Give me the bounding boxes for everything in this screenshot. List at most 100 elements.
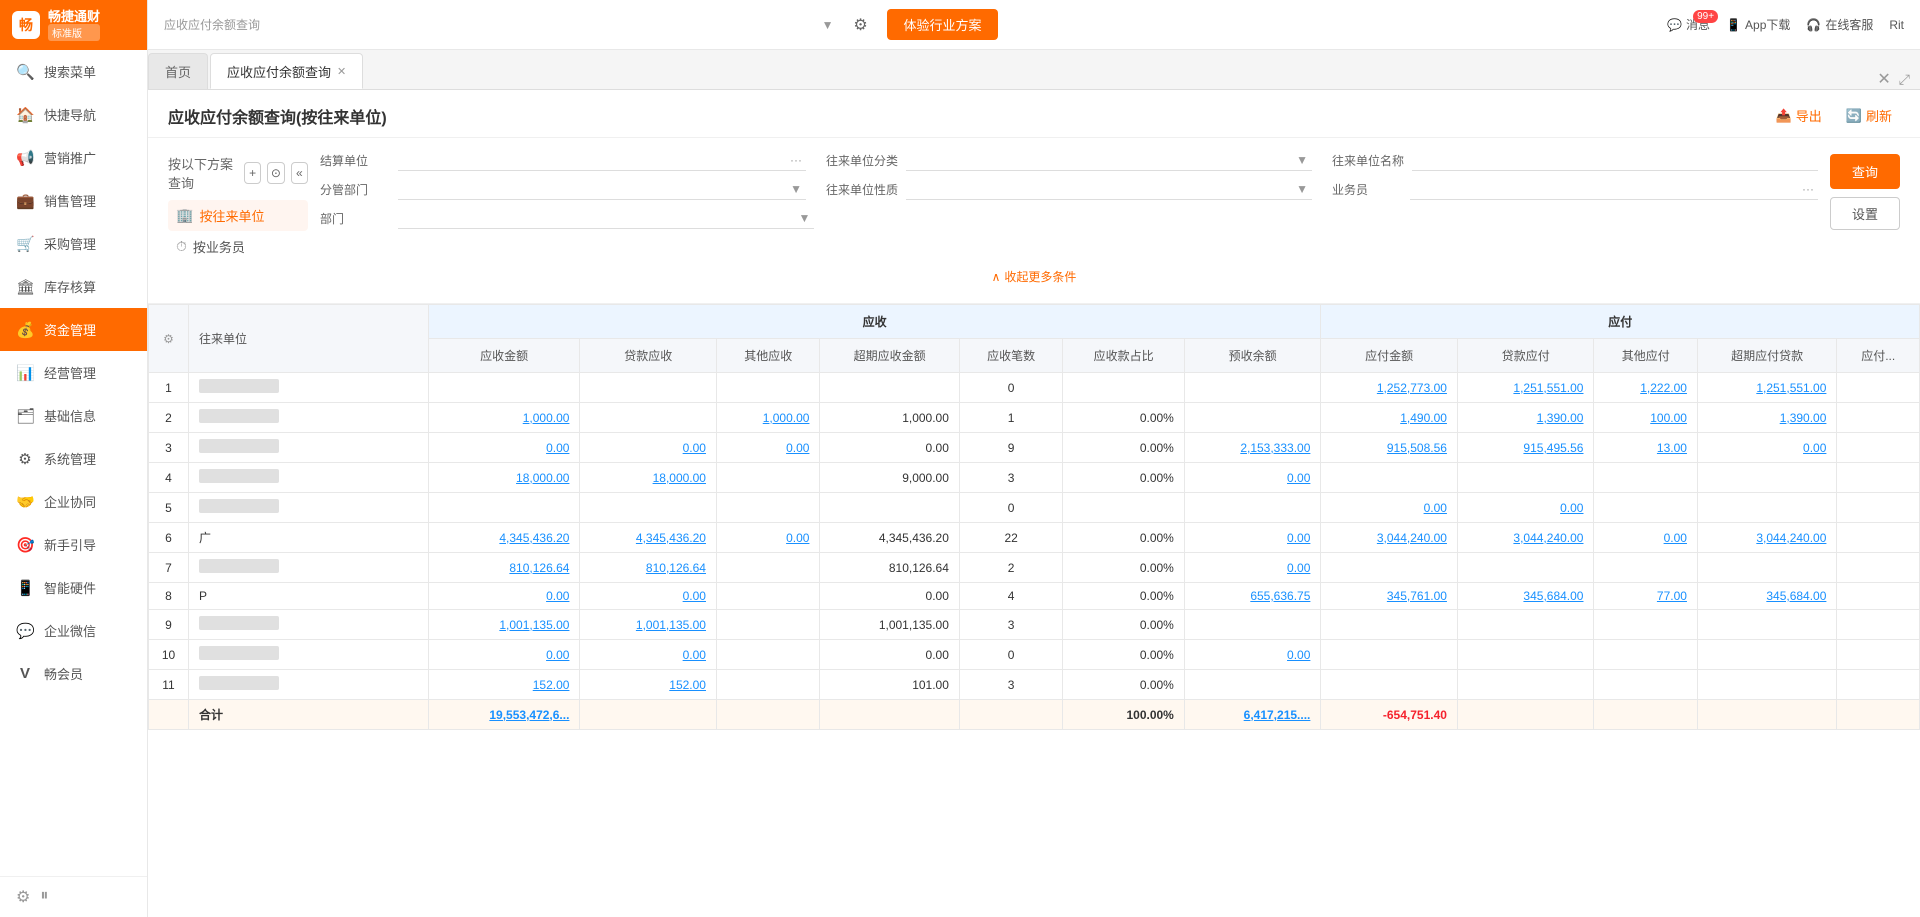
sidebar-item-enterprise[interactable]: 🤝 企业协同 (0, 480, 147, 523)
purchase-icon: 🛒 (16, 235, 34, 253)
settlement-unit-dots-icon[interactable]: ··· (790, 153, 802, 167)
filter-dept: 分管部门 ▼ (320, 179, 806, 200)
home-icon: 🏠 (16, 106, 34, 124)
export-button[interactable]: 📤 导出 (1768, 102, 1830, 129)
dept-chevron-icon[interactable]: ▼ (790, 182, 802, 196)
sidebar-item-vip[interactable]: V 畅会员 (0, 652, 147, 695)
sidebar-item-weixin[interactable]: 💬 企业微信 (0, 609, 147, 652)
tab-close-window-icon[interactable]: ✕ (1877, 69, 1890, 89)
breadcrumb: 应收应付余额查询 (164, 16, 810, 33)
sidebar-item-guide[interactable]: 🎯 新手引导 (0, 523, 147, 566)
collapse-bar[interactable]: ∧ 收起更多条件 (168, 262, 1900, 291)
col-loan-pay: 贷款应付 (1457, 339, 1594, 373)
page-header: 应收应付余额查询(按往来单位) 📤 导出 🔄 刷新 (148, 90, 1920, 138)
filter-settlement-unit: 结算单位 ··· (320, 150, 806, 171)
partner-nature-chevron-icon[interactable]: ▼ (1296, 182, 1308, 196)
dept2-chevron-icon[interactable]: ▼ (798, 211, 810, 225)
partner-name-input[interactable] (1416, 153, 1814, 167)
table-gear-icon[interactable]: ⚙ (163, 332, 174, 346)
logo-text: 畅捷通财 标准版 (48, 9, 100, 42)
table-area[interactable]: ⚙ 往来单位 应收 应付 应收金额 贷款应收 其他应收 超期应收金额 应收笔数 … (148, 304, 1920, 917)
tab-home[interactable]: 首页 (148, 53, 208, 89)
col-other-pay: 其他应付 (1594, 339, 1697, 373)
sidebar-item-search-menu[interactable]: 🔍 搜索菜单 (0, 50, 147, 93)
inventory-icon: 🏛 (16, 278, 34, 296)
col-partner-header: 往来单位 (189, 305, 429, 373)
salesperson-input[interactable] (1414, 182, 1798, 196)
tab-maximize-icon[interactable]: ⤢ (1899, 71, 1910, 88)
gear-bottom-icon[interactable]: ⚙ (16, 887, 30, 907)
query-type-by-staff[interactable]: ⏱ 按业务员 (168, 231, 308, 262)
sidebar-item-purchase[interactable]: 🛒 采购管理 (0, 222, 147, 265)
chevron-down-icon[interactable]: ▼ (822, 18, 834, 32)
sidebar-item-inventory[interactable]: 🏛 库存核算 (0, 265, 147, 308)
total-loan-pay (1457, 700, 1594, 730)
settings-icon[interactable]: ⚙ (845, 10, 875, 40)
col-recv-count: 应收笔数 (959, 339, 1062, 373)
sidebar-logo: 畅 畅捷通财 标准版 (0, 0, 147, 50)
sidebar-item-sales[interactable]: 💼 销售管理 (0, 179, 147, 222)
col-recv-ratio: 应收款占比 (1063, 339, 1184, 373)
table-settings-header[interactable]: ⚙ (149, 305, 189, 373)
total-other-recv (716, 700, 819, 730)
filter-settings-icon[interactable]: ⊙ (267, 162, 284, 184)
table-row: 91,001,135.001,001,135.001,001,135.0030.… (149, 610, 1920, 640)
query-type-by-unit[interactable]: 🏢 按往来单位 (168, 200, 308, 231)
sidebar-item-marketing[interactable]: 📢 营销推广 (0, 136, 147, 179)
table-row: 11152.00152.00101.0030.00% (149, 670, 1920, 700)
filter-partner-nature: 往来单位性质 ▼ (826, 179, 1312, 200)
message-badge: 99+ (1693, 10, 1718, 23)
export-icon: 📤 (1776, 108, 1792, 124)
settlement-unit-input[interactable] (402, 153, 786, 167)
col-other-recv: 其他应收 (716, 339, 819, 373)
col-pay-tail: 应付... (1837, 339, 1920, 373)
hardware-icon: 📱 (16, 579, 34, 597)
operations-icon: 📊 (16, 364, 34, 382)
app-download-button[interactable]: 📱 App下载 (1726, 16, 1790, 33)
filter-collapse-icon[interactable]: « (291, 162, 308, 184)
col-group-payable: 应付 (1321, 305, 1920, 339)
sidebar-item-basic-info[interactable]: 🗂 基础信息 (0, 394, 147, 437)
tab-balance-query[interactable]: 应收应付余额查询 ✕ (210, 53, 363, 89)
settings-button[interactable]: 设置 (1830, 197, 1900, 230)
partner-category-chevron-icon[interactable]: ▼ (1296, 153, 1308, 167)
filter-salesperson: 业务员 ··· (1332, 179, 1818, 200)
marketing-icon: 📢 (16, 149, 34, 167)
col-group-receivable: 应收 (428, 305, 1321, 339)
collapse-up-icon: ∧ (992, 270, 1001, 284)
collapse-icon[interactable]: ⏸ (40, 887, 48, 907)
solution-button[interactable]: 体验行业方案 (887, 9, 997, 40)
table-row: 100.000.000.0000.00%0.00 (149, 640, 1920, 670)
topbar-right: 💬 消息 99+ 📱 App下载 🎧 在线客服 Rit (1667, 16, 1904, 33)
col-overdue-recv: 超期应收金额 (820, 339, 959, 373)
message-button[interactable]: 💬 消息 99+ (1667, 16, 1710, 33)
total-recv-ratio: 100.00% (1063, 700, 1184, 730)
search-icon: 🔍 (16, 63, 34, 81)
online-service-button[interactable]: 🎧 在线客服 (1806, 16, 1873, 33)
filter-add-button[interactable]: + (244, 162, 261, 184)
filter-label: 按以下方案查询 (168, 154, 238, 192)
salesperson-dots-icon[interactable]: ··· (1802, 182, 1814, 196)
table-row: 21,000.001,000.001,000.0010.00%1,490.001… (149, 403, 1920, 433)
table-row: 500.000.00 (149, 493, 1920, 523)
tab-close-icon[interactable]: ✕ (337, 65, 346, 78)
total-pay-tail (1837, 700, 1920, 730)
sidebar-item-quick-nav[interactable]: 🏠 快捷导航 (0, 93, 147, 136)
sidebar-item-operations[interactable]: 📊 经营管理 (0, 351, 147, 394)
table-row: 418,000.0018,000.009,000.0030.00%0.00 (149, 463, 1920, 493)
filter-area: 按以下方案查询 + ⊙ « 🏢 按往来单位 ⏱ 按业务员 (148, 138, 1920, 304)
sidebar-item-hardware[interactable]: 📱 智能硬件 (0, 566, 147, 609)
filter-partner-category: 往来单位分类 ▼ (826, 150, 1312, 171)
topbar: 应收应付余额查询 ▼ ⚙ 体验行业方案 💬 消息 99+ 📱 App下载 🎧 在… (148, 0, 1920, 50)
sidebar-item-system[interactable]: ⚙ 系统管理 (0, 437, 147, 480)
total-loan-recv (580, 700, 717, 730)
finance-icon: 💰 (16, 321, 34, 339)
query-button[interactable]: 查询 (1830, 154, 1900, 189)
enterprise-icon: 🤝 (16, 493, 34, 511)
tabs-bar: 首页 应收应付余额查询 ✕ ✕ ⤢ (148, 50, 1920, 90)
total-recv-amount: 19,553,472,6... (428, 700, 580, 730)
username-display: Rit (1889, 18, 1904, 32)
refresh-button[interactable]: 🔄 刷新 (1838, 102, 1900, 129)
col-recv-amount: 应收金额 (428, 339, 580, 373)
sidebar-item-finance[interactable]: 💰 资金管理 (0, 308, 147, 351)
